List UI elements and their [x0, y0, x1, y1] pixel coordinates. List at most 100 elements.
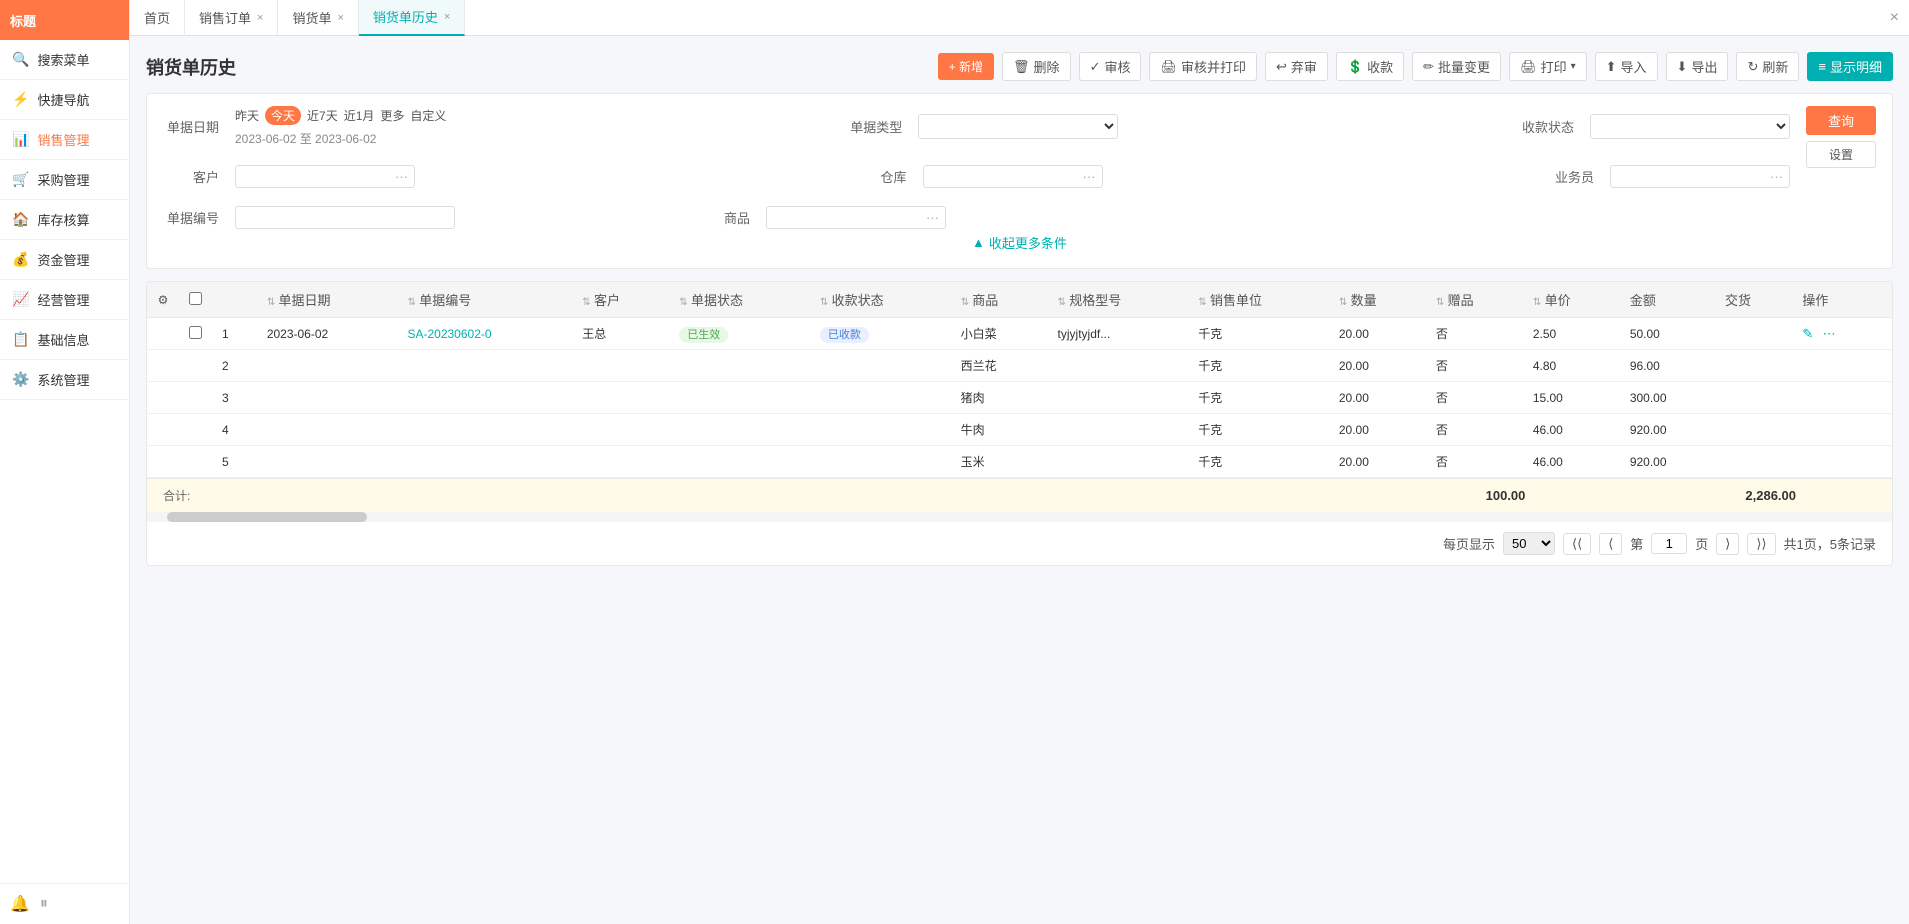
- th-doc-no[interactable]: ⇅ 单据编号: [397, 282, 572, 318]
- tab-sales-delivery-close[interactable]: ×: [337, 12, 343, 24]
- date-7days[interactable]: 近7天: [307, 107, 338, 124]
- collapse-button[interactable]: ▲ 收起更多条件: [163, 229, 1876, 256]
- sort-icon-customer[interactable]: ⇅: [582, 297, 590, 308]
- doc-no-input[interactable]: [235, 206, 455, 229]
- discard-button[interactable]: ↩ 弃审: [1265, 52, 1328, 81]
- select-all-checkbox[interactable]: [189, 292, 202, 305]
- sidebar-item-ops-mgmt[interactable]: 📈 经营管理: [0, 280, 129, 320]
- td-goods: 牛肉: [951, 414, 1048, 446]
- setting-button[interactable]: 设置: [1806, 141, 1876, 168]
- goods-input[interactable]: [767, 207, 920, 228]
- collect-button[interactable]: 💲 收款: [1336, 52, 1404, 81]
- goods-dots[interactable]: ···: [920, 210, 945, 225]
- tab-sales-order-close[interactable]: ×: [257, 12, 263, 24]
- th-gear[interactable]: ⚙: [147, 282, 179, 318]
- sort-icon-doc-status[interactable]: ⇅: [679, 297, 687, 308]
- sort-icon-qty[interactable]: ⇅: [1339, 297, 1347, 308]
- sort-icon-spec[interactable]: ⇅: [1058, 297, 1066, 308]
- customer-dots[interactable]: ···: [389, 169, 414, 184]
- per-page-select[interactable]: 50 100 200: [1503, 532, 1555, 555]
- th-doc-status[interactable]: ⇅ 单据状态: [669, 282, 810, 318]
- prev-page-button[interactable]: ⟨: [1599, 533, 1622, 555]
- sidebar-item-quick-nav[interactable]: ⚡ 快捷导航: [0, 80, 129, 120]
- sort-icon-unit[interactable]: ⇅: [1198, 297, 1206, 308]
- tab-home[interactable]: 首页: [130, 0, 185, 36]
- th-qty[interactable]: ⇅ 数量: [1329, 282, 1426, 318]
- horizontal-scrollbar[interactable]: [147, 512, 1892, 522]
- collect-status-select[interactable]: [1590, 114, 1790, 139]
- sidebar-item-fund-mgmt[interactable]: 💰 资金管理: [0, 240, 129, 280]
- td-check[interactable]: [179, 382, 212, 414]
- sidebar-item-purchase-mgmt[interactable]: 🛒 采购管理: [0, 160, 129, 200]
- tab-sales-history[interactable]: 销货单历史 ×: [359, 0, 465, 36]
- date-custom[interactable]: 自定义: [410, 107, 446, 124]
- td-check[interactable]: [179, 446, 212, 478]
- th-spec[interactable]: ⇅ 规格型号: [1048, 282, 1189, 318]
- audit-button[interactable]: ✓ 审核: [1079, 52, 1142, 81]
- td-doc-no[interactable]: [397, 414, 572, 446]
- sidebar-item-basic-info[interactable]: 📋 基础信息: [0, 320, 129, 360]
- export-button[interactable]: ⬇ 导出: [1666, 52, 1729, 81]
- salesperson-dots[interactable]: ···: [1764, 169, 1789, 184]
- sort-icon-collect-status[interactable]: ⇅: [820, 297, 828, 308]
- th-collect-status[interactable]: ⇅ 收款状态: [810, 282, 951, 318]
- td-check[interactable]: [179, 318, 212, 350]
- batch-change-button[interactable]: ✏ 批量变更: [1412, 52, 1501, 81]
- current-page-input[interactable]: [1651, 533, 1687, 554]
- sort-icon-goods[interactable]: ⇅: [961, 297, 969, 308]
- more-action-icon[interactable]: ⋯: [1823, 326, 1836, 341]
- warehouse-input[interactable]: [924, 166, 1077, 187]
- th-check[interactable]: [179, 282, 212, 318]
- row-checkbox[interactable]: [189, 326, 202, 339]
- td-doc-no[interactable]: SA-20230602-0: [397, 318, 572, 350]
- th-goods[interactable]: ⇅ 商品: [951, 282, 1048, 318]
- sidebar-item-search-menu[interactable]: 🔍 搜索菜单: [0, 40, 129, 80]
- first-page-button[interactable]: ⟨⟨: [1563, 533, 1591, 555]
- last-page-button[interactable]: ⟩⟩: [1747, 533, 1775, 555]
- notification-icon[interactable]: 🔔: [10, 894, 30, 914]
- next-page-button[interactable]: ⟩: [1716, 533, 1739, 555]
- td-doc-no[interactable]: [397, 446, 572, 478]
- pause-icon[interactable]: ⏸: [40, 895, 48, 913]
- new-button[interactable]: + 新增: [938, 53, 994, 80]
- sort-icon-doc-no[interactable]: ⇅: [407, 297, 415, 308]
- show-detail-button[interactable]: ≡ 显示明细: [1807, 52, 1893, 81]
- doc-type-select[interactable]: [918, 114, 1118, 139]
- date-today[interactable]: 今天: [265, 106, 301, 125]
- td-doc-no[interactable]: [397, 382, 572, 414]
- th-price[interactable]: ⇅ 单价: [1523, 282, 1620, 318]
- sidebar-item-sys-mgmt[interactable]: ⚙️ 系统管理: [0, 360, 129, 400]
- tab-sales-history-close[interactable]: ×: [444, 11, 450, 23]
- salesperson-input[interactable]: [1611, 166, 1764, 187]
- td-spec: [1048, 446, 1189, 478]
- query-button[interactable]: 查询: [1806, 106, 1876, 135]
- tab-sales-order[interactable]: 销售订单 ×: [185, 0, 278, 36]
- date-yesterday[interactable]: 昨天: [235, 107, 259, 124]
- customer-input[interactable]: [236, 166, 389, 187]
- tab-sales-delivery[interactable]: 销货单 ×: [278, 0, 358, 36]
- edit-action-icon[interactable]: ✎: [1802, 326, 1813, 341]
- warehouse-dots[interactable]: ···: [1077, 169, 1102, 184]
- refresh-button[interactable]: ↻ 刷新: [1736, 52, 1799, 81]
- th-gift[interactable]: ⇅ 赠品: [1426, 282, 1523, 318]
- delete-button[interactable]: 🗑 删除: [1002, 52, 1071, 81]
- td-check[interactable]: [179, 350, 212, 382]
- sidebar-item-sales-mgmt[interactable]: 📊 销售管理: [0, 120, 129, 160]
- th-unit[interactable]: ⇅ 销售单位: [1188, 282, 1329, 318]
- audit-print-button[interactable]: 🖨 审核并打印: [1149, 52, 1257, 81]
- tabs-close-all[interactable]: ×: [1890, 9, 1909, 27]
- print-button[interactable]: 🖨 打印 ▾: [1509, 52, 1587, 81]
- sidebar-item-inventory-calc[interactable]: 🏠 库存核算: [0, 200, 129, 240]
- doc-status-badge: 已生效: [679, 327, 728, 343]
- date-more[interactable]: 更多: [380, 107, 404, 124]
- td-check[interactable]: [179, 414, 212, 446]
- sort-icon-gift[interactable]: ⇅: [1436, 297, 1444, 308]
- td-doc-no[interactable]: [397, 350, 572, 382]
- sort-icon-doc-date[interactable]: ⇅: [267, 297, 275, 308]
- sort-icon-price[interactable]: ⇅: [1533, 297, 1541, 308]
- date-1month[interactable]: 近1月: [344, 107, 375, 124]
- th-customer[interactable]: ⇅ 客户: [572, 282, 669, 318]
- th-doc-date[interactable]: ⇅ 单据日期: [257, 282, 398, 318]
- import-button[interactable]: ⬆ 导入: [1595, 52, 1658, 81]
- date-range: 2023-06-02 至 2023-06-02: [235, 130, 446, 147]
